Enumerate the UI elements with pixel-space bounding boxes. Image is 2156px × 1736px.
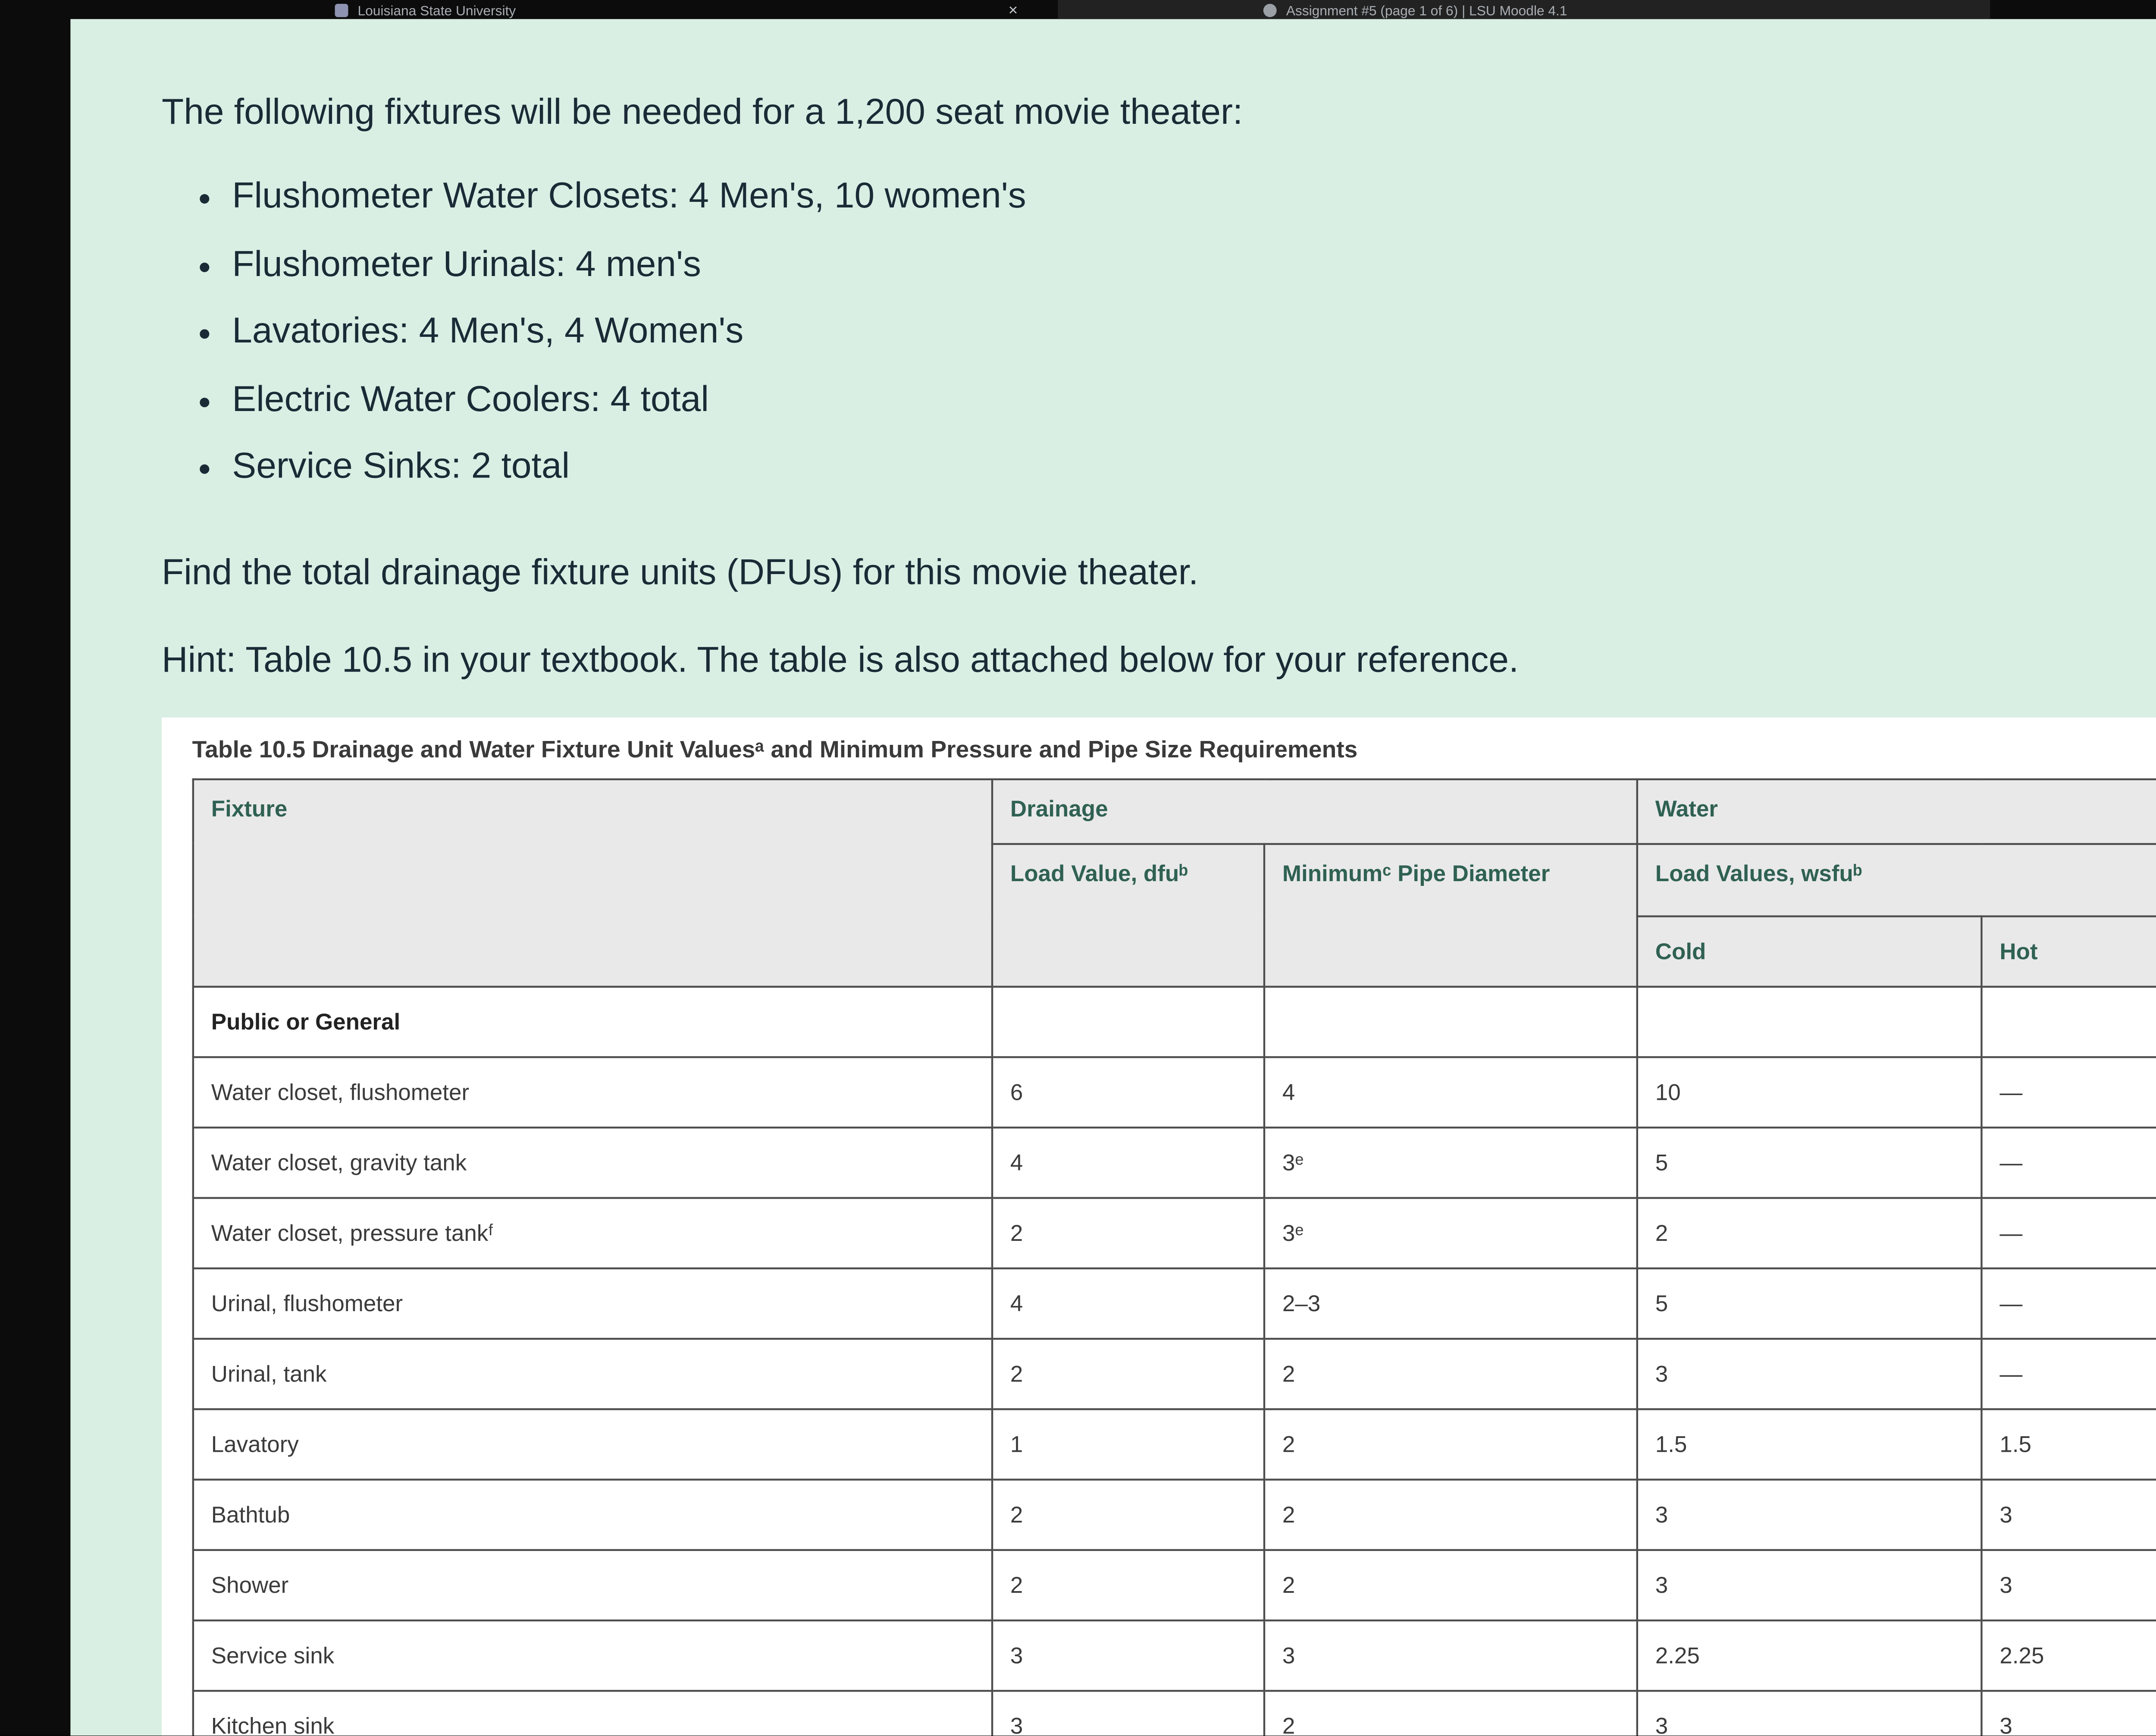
table-row: Kitchen sink323348–10¾ <box>192 1689 2156 1736</box>
value-cell: 1.5 <box>1981 1407 2156 1480</box>
value-cell: 2 <box>1263 1407 1639 1480</box>
value-cell: 4 <box>1263 1055 1639 1128</box>
value-cell <box>1981 985 2156 1058</box>
header-fixture: Fixture <box>192 777 993 987</box>
fixture-cell: Urinal, tank <box>192 1337 993 1410</box>
fixture-list-item: Service Sinks: 2 total <box>232 434 2156 502</box>
table-title: Table 10.5 Drainage and Water Fixture Un… <box>192 735 1358 763</box>
question-intro: The following fixtures will be needed fo… <box>162 93 1243 133</box>
browser-tab-lsu[interactable]: Louisiana State University <box>335 0 516 19</box>
tab-title: Louisiana State University <box>357 1 516 18</box>
value-cell: 2 <box>991 1478 1266 1550</box>
header-hot: Hot <box>1981 914 2156 987</box>
value-cell: 3 <box>1636 1548 1983 1621</box>
header-drainage: Drainage <box>991 777 1639 844</box>
value-cell: 2.25 <box>1636 1618 1983 1691</box>
value-cell <box>1636 985 1983 1058</box>
window-left-edge <box>0 19 71 1736</box>
value-cell: 5 <box>1636 1266 1983 1339</box>
value-cell: 3 <box>1636 1689 1983 1736</box>
value-cell: 2 <box>1263 1548 1639 1621</box>
table-section-row: Public or General <box>192 985 2156 1058</box>
fixture-cell: Water closet, gravity tank <box>192 1125 993 1198</box>
value-cell: 4 <box>991 1266 1266 1339</box>
reference-table-panel: Table 10.5 Drainage and Water Fixture Un… <box>162 716 2156 1736</box>
table-body: Public or General Water closet, flushome… <box>192 985 2156 1736</box>
table-row: Water closet, pressure tankᶠ23ᵉ2—225–30½ <box>192 1196 2156 1268</box>
question-task: Find the total drainage fixture units (D… <box>162 553 1199 593</box>
fixture-cell: Bathtub <box>192 1478 993 1550</box>
value-cell: 3 <box>1263 1618 1639 1691</box>
value-cell: 1.5 <box>1636 1407 1983 1480</box>
value-cell: 10 <box>1636 1055 1983 1128</box>
value-cell: 2 <box>1263 1689 1639 1736</box>
table-row: Shower223348–10¾ <box>192 1548 2156 1621</box>
value-cell: 1 <box>991 1407 1266 1480</box>
value-cell: 2 <box>991 1548 1266 1621</box>
browser-tab-strip: Louisiana State University × Assignment … <box>0 0 2156 19</box>
value-cell: 2.25 <box>1981 1618 2156 1691</box>
value-cell: 2 <box>991 1337 1266 1410</box>
moodle-favicon-icon <box>1263 3 1277 16</box>
fixture-cell: Water closet, flushometer <box>192 1055 993 1128</box>
fixture-cell: Lavatory <box>192 1407 993 1480</box>
screen: Louisiana State University × Assignment … <box>0 0 2156 1736</box>
tab-close-button[interactable]: × <box>1009 0 1018 19</box>
value-cell: 2 <box>1263 1337 1639 1410</box>
fixture-unit-table: Fixture Drainage Water Load Value, dfuᵇ … <box>192 777 2156 1736</box>
value-cell: — <box>1981 1125 2156 1198</box>
tab-title: Assignment #5 (page 1 of 6) | LSU Moodle… <box>1286 1 1567 18</box>
value-cell <box>991 985 1266 1058</box>
value-cell: 6 <box>991 1055 1266 1128</box>
fixture-cell: Kitchen sink <box>192 1689 993 1736</box>
value-cell: 3 <box>1636 1337 1983 1410</box>
header-min-pipe-diameter: Minimumᶜ Pipe Diameter <box>1263 842 1639 987</box>
lsu-favicon-icon <box>335 3 348 16</box>
value-cell: 3 <box>991 1618 1266 1691</box>
table-header: Fixture Drainage Water Load Value, dfuᵇ … <box>192 777 2156 987</box>
value-cell: 3ᵉ <box>1263 1125 1639 1198</box>
value-cell: — <box>1981 1266 2156 1339</box>
value-cell: 4 <box>991 1125 1266 1198</box>
browser-tab-moodle[interactable]: Assignment #5 (page 1 of 6) | LSU Moodle… <box>1263 0 1567 19</box>
value-cell: 3 <box>991 1689 1266 1736</box>
value-cell: — <box>1981 1055 2156 1128</box>
value-cell: 2 <box>1263 1478 1639 1550</box>
header-load-values-wsfu: Load Values, wsfuᵇ <box>1636 842 2156 917</box>
fixture-cell: Urinal, flushometer <box>192 1266 993 1339</box>
fixture-list-item: Lavatories: 4 Men's, 4 Women's <box>232 299 2156 367</box>
table-row: Urinal, tank223—38–10½ <box>192 1337 2156 1410</box>
table-row: Urinal, flushometer42–35—515–20¾ <box>192 1266 2156 1339</box>
value-cell: 3ᵉ <box>1263 1196 1639 1268</box>
value-cell: 3 <box>1981 1689 2156 1736</box>
header-cold: Cold <box>1636 914 1983 987</box>
value-cell: 5 <box>1636 1125 1983 1198</box>
header-water: Water <box>1636 777 2156 844</box>
value-cell: 3 <box>1981 1478 2156 1550</box>
value-cell: 3 <box>1981 1548 2156 1621</box>
fixture-cell: Water closet, pressure tankᶠ <box>192 1196 993 1268</box>
table-row: Service sink332.252.2538–10¾ <box>192 1618 2156 1691</box>
value-cell: 2 <box>991 1196 1266 1268</box>
value-cell <box>1263 985 1639 1058</box>
value-cell: — <box>1981 1196 2156 1268</box>
fixtures-list: Flushometer Water Closets: 4 Men's, 10 w… <box>162 163 2156 501</box>
table-row: Water closet, flushometer6410—1020–251 <box>192 1055 2156 1128</box>
fixture-cell: Service sink <box>192 1618 993 1691</box>
fixture-cell: Public or General <box>192 985 993 1058</box>
fixture-list-item: Flushometer Water Closets: 4 Men's, 10 w… <box>232 163 2156 231</box>
question-hint: Hint: Table 10.5 in your textbook. The t… <box>162 640 1519 681</box>
fixture-cell: Shower <box>192 1548 993 1621</box>
header-load-value-dfu: Load Value, dfuᵇ <box>991 842 1266 987</box>
table-row: Lavatory121.51.528–10⅜ <box>192 1407 2156 1480</box>
table-row: Water closet, gravity tank43ᵉ5—58–10½ <box>192 1125 2156 1198</box>
fixture-list-item: Electric Water Coolers: 4 total <box>232 366 2156 434</box>
question-page: The following fixtures will be needed fo… <box>70 19 2156 1736</box>
value-cell: — <box>1981 1337 2156 1410</box>
fixture-list-item: Flushometer Urinals: 4 men's <box>232 231 2156 299</box>
value-cell: 2 <box>1636 1196 1983 1268</box>
value-cell: 2–3 <box>1263 1266 1639 1339</box>
table-row: Bathtub223348–10½ <box>192 1478 2156 1550</box>
value-cell: 3 <box>1636 1478 1983 1550</box>
